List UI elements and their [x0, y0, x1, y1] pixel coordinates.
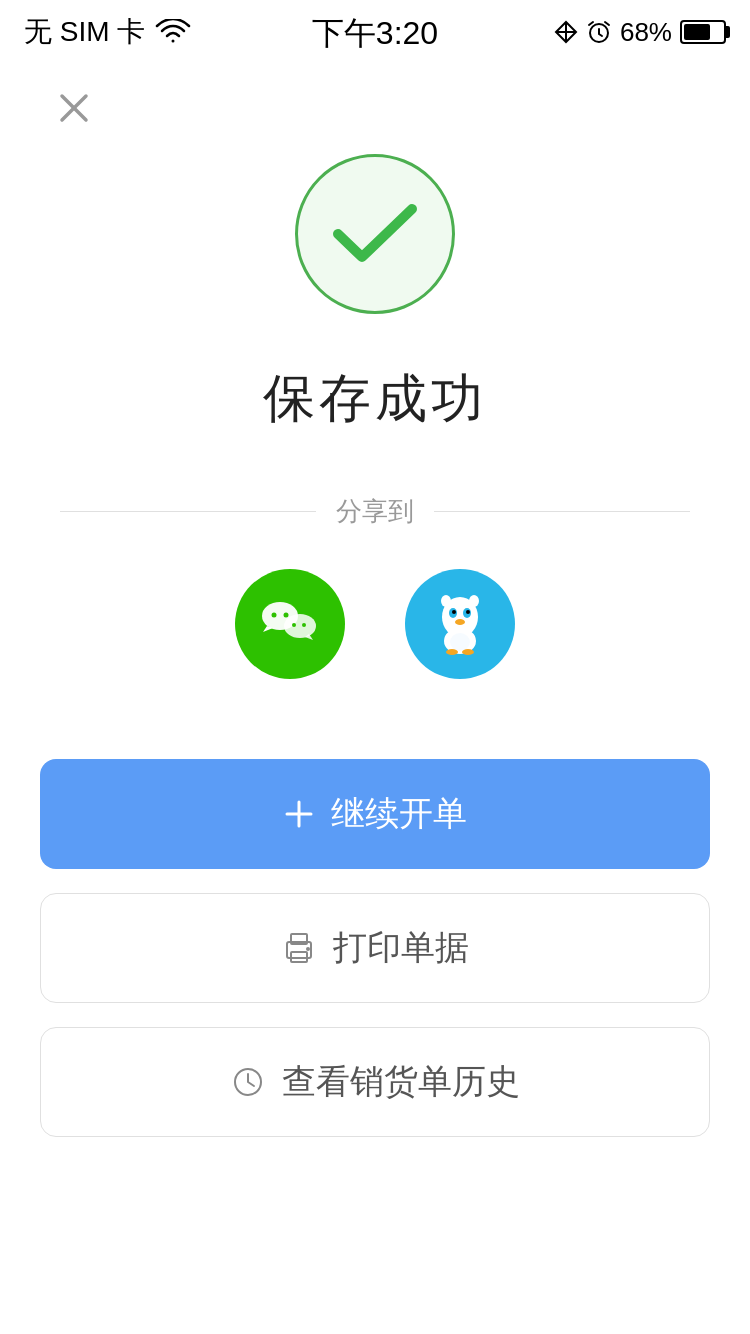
alarm-icon	[586, 19, 612, 45]
qq-share-button[interactable]	[405, 569, 515, 679]
success-icon-circle	[295, 154, 455, 314]
share-label: 分享到	[336, 494, 414, 529]
close-button[interactable]	[44, 78, 104, 138]
svg-point-26	[306, 947, 310, 951]
svg-point-13	[466, 610, 470, 614]
status-bar: 无 SIM 卡 下午3:20 68%	[0, 0, 750, 64]
svg-point-12	[452, 610, 456, 614]
continue-button[interactable]: 继续开单	[40, 759, 710, 869]
action-buttons: 继续开单 打印单据 查看销货单历史	[0, 759, 750, 1137]
divider-left	[60, 511, 316, 512]
battery-icon	[680, 20, 726, 44]
battery-fill	[684, 24, 710, 40]
svg-point-4	[284, 614, 316, 638]
svg-point-17	[446, 649, 458, 655]
history-icon	[230, 1064, 266, 1100]
history-label: 查看销货单历史	[282, 1059, 520, 1105]
wifi-icon	[155, 19, 191, 45]
success-title: 保存成功	[263, 364, 487, 434]
svg-point-16	[450, 633, 470, 651]
wechat-share-button[interactable]	[235, 569, 345, 679]
status-time: 下午3:20	[312, 12, 438, 56]
status-right: 68%	[554, 17, 726, 48]
svg-point-6	[284, 613, 289, 618]
svg-point-20	[469, 595, 479, 607]
status-left: 无 SIM 卡	[24, 13, 191, 51]
print-label: 打印单据	[333, 925, 469, 971]
history-button[interactable]: 查看销货单历史	[40, 1027, 710, 1137]
svg-point-18	[462, 649, 474, 655]
main-content: 保存成功 分享到	[0, 64, 750, 1137]
share-icons-row	[235, 569, 515, 679]
svg-point-19	[441, 595, 451, 607]
printer-icon	[281, 930, 317, 966]
qq-icon	[428, 589, 493, 659]
checkmark-icon	[330, 199, 420, 269]
continue-label: 继续开单	[331, 791, 467, 837]
sim-label: 无 SIM 卡	[24, 13, 145, 51]
svg-point-8	[302, 623, 306, 627]
svg-point-14	[455, 619, 465, 625]
wechat-icon	[255, 594, 325, 654]
location-icon	[554, 20, 578, 44]
battery-percent: 68%	[620, 17, 672, 48]
plus-icon	[283, 798, 315, 830]
svg-point-5	[272, 613, 277, 618]
divider-right	[434, 511, 690, 512]
svg-point-7	[292, 623, 296, 627]
share-divider: 分享到	[0, 494, 750, 529]
print-button[interactable]: 打印单据	[40, 893, 710, 1003]
